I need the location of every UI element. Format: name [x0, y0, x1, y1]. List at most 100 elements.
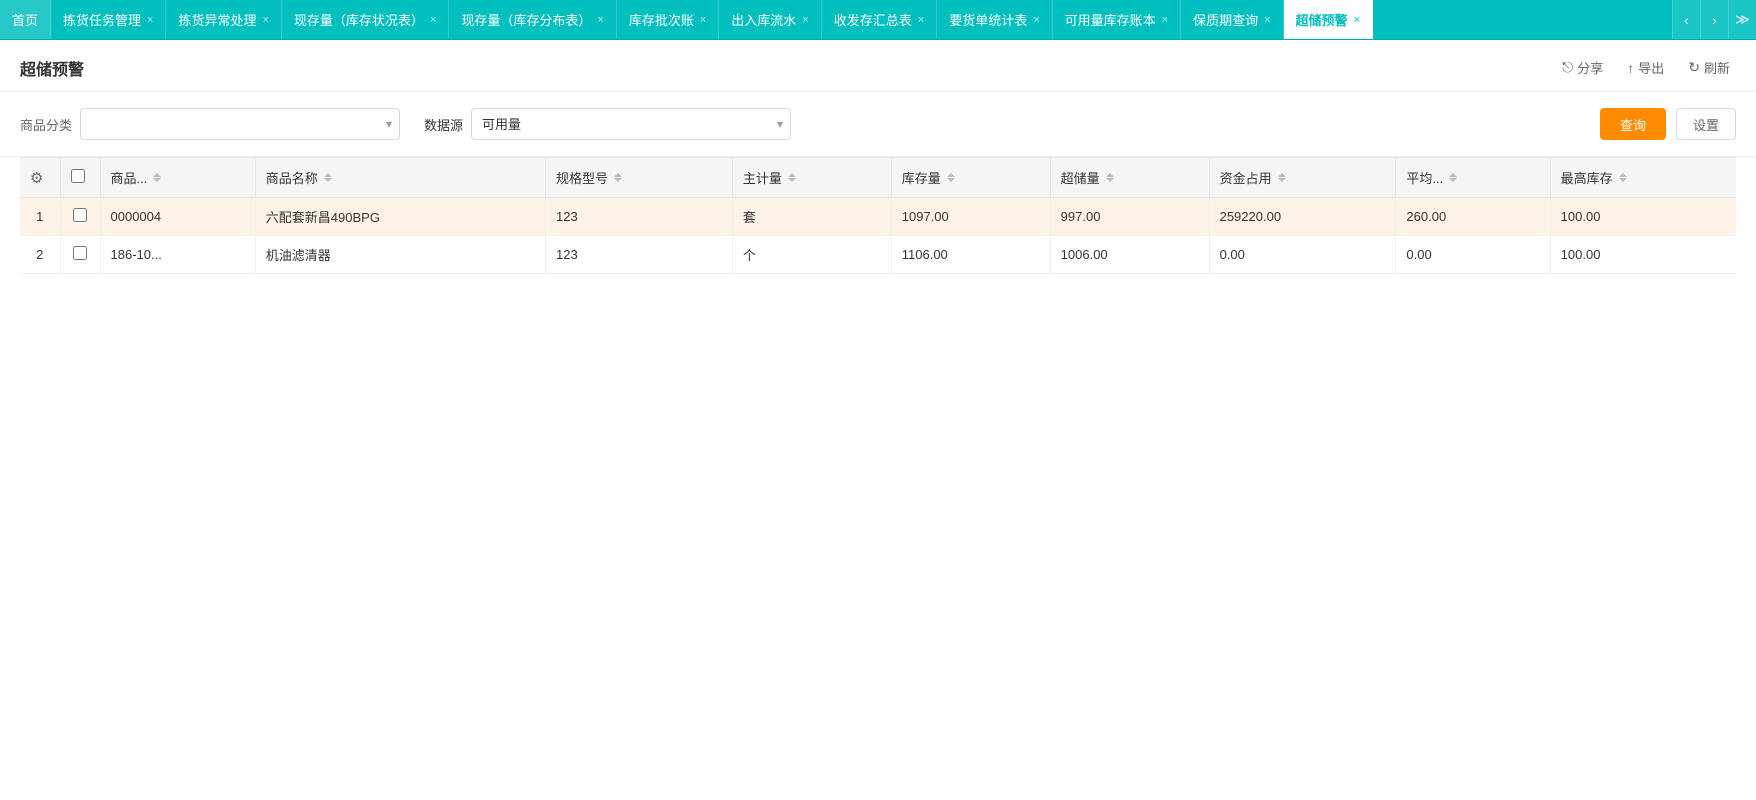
cell-checkbox — [60, 198, 100, 236]
nav-pick-task-label: 拣货任务管理 — [63, 10, 141, 29]
table-header-row: ⚙ 商品... 商品名称 — [20, 158, 1736, 198]
cell-spec: 123 — [546, 236, 733, 274]
nav-overstock-warning-label: 超储预警 — [1296, 10, 1348, 29]
nav-order-stats-label: 要货单统计表 — [949, 10, 1027, 29]
table-row: 2 186-10... 机油滤清器 123 个 1106.00 1006.00 … — [20, 236, 1736, 274]
cell-overstock: 997.00 — [1050, 198, 1209, 236]
th-stock-label: 库存量 — [902, 168, 941, 187]
th-unit[interactable]: 主计量 — [732, 158, 891, 198]
category-select-wrapper: ▾ — [80, 108, 400, 140]
cell-max-stock: 100.00 — [1550, 236, 1736, 274]
nav-receipt-summary[interactable]: 收发存汇总表 × — [822, 0, 937, 39]
nav-stock-status-close[interactable]: × — [430, 14, 436, 26]
cell-capital: 259220.00 — [1209, 198, 1396, 236]
select-all-checkbox[interactable] — [71, 169, 85, 183]
cell-max-stock: 100.00 — [1550, 198, 1736, 236]
top-navigation: 首页 拣货任务管理 × 拣货异常处理 × 现存量（库存状况表） × 现存量（库存… — [0, 0, 1756, 40]
nav-order-stats[interactable]: 要货单统计表 × — [937, 0, 1052, 39]
export-button[interactable]: ↑ 导出 — [1621, 54, 1670, 81]
nav-inout-flow[interactable]: 出入库流水 × — [719, 0, 821, 39]
nav-overstock-warning-close[interactable]: × — [1354, 14, 1360, 26]
nav-overstock-warning[interactable]: 超储预警 × — [1284, 0, 1373, 39]
nav-stock-status[interactable]: 现存量（库存状况表） × — [282, 0, 449, 39]
nav-inout-flow-label: 出入库流水 — [731, 10, 796, 29]
cell-avg: 260.00 — [1396, 198, 1550, 236]
refresh-label: 刷新 — [1704, 58, 1730, 77]
refresh-button[interactable]: ↻ 刷新 — [1682, 54, 1736, 81]
nav-order-stats-close[interactable]: × — [1033, 14, 1039, 26]
cell-checkbox — [60, 236, 100, 274]
nav-batch-account[interactable]: 库存批次账 × — [617, 0, 719, 39]
th-stock[interactable]: 库存量 — [891, 158, 1050, 198]
nav-stock-dist[interactable]: 现存量（库存分布表） × — [449, 0, 616, 39]
settings-button[interactable]: 设置 — [1676, 108, 1736, 140]
share-button[interactable]: ⎋ 分享 — [1556, 54, 1609, 81]
th-max-stock-label: 最高库存 — [1561, 168, 1613, 187]
th-avg[interactable]: 平均... — [1396, 158, 1550, 198]
nav-batch-account-label: 库存批次账 — [629, 10, 694, 29]
datasource-filter-label: 数据源 — [424, 115, 463, 134]
nav-expiry-query-label: 保质期查询 — [1193, 10, 1258, 29]
sort-max-stock-icon — [1619, 173, 1627, 182]
nav-prev-btn[interactable]: ‹ — [1672, 0, 1700, 39]
export-icon: ↑ — [1627, 60, 1634, 76]
nav-receipt-summary-label: 收发存汇总表 — [834, 10, 912, 29]
nav-expiry-query[interactable]: 保质期查询 × — [1181, 0, 1283, 39]
page-title: 超储预警 — [20, 56, 84, 80]
nav-receipt-summary-close[interactable]: × — [918, 14, 924, 26]
nav-pick-exception-label: 拣货异常处理 — [178, 10, 256, 29]
th-checkbox — [60, 158, 100, 198]
th-product-name-label: 商品名称 — [266, 168, 318, 187]
th-max-stock[interactable]: 最高库存 — [1550, 158, 1736, 198]
cell-product-name: 六配套新昌490BPG — [255, 198, 545, 236]
nav-home-label: 首页 — [12, 10, 38, 29]
query-button[interactable]: 查询 — [1600, 108, 1666, 140]
category-filter-label: 商品分类 — [20, 115, 72, 134]
th-product-code-label: 商品... — [111, 168, 148, 187]
sort-avg-icon — [1449, 173, 1457, 182]
th-gear: ⚙ — [20, 158, 60, 198]
th-overstock-label: 超储量 — [1061, 168, 1100, 187]
cell-unit: 套 — [732, 198, 891, 236]
page-header: 超储预警 ⎋ 分享 ↑ 导出 ↻ 刷新 — [0, 40, 1756, 92]
nav-available-account-close[interactable]: × — [1162, 14, 1168, 26]
cell-unit: 个 — [732, 236, 891, 274]
filter-actions: 查询 设置 — [1600, 108, 1736, 140]
sort-capital-icon — [1278, 173, 1286, 182]
nav-available-account[interactable]: 可用量库存账本 × — [1053, 0, 1181, 39]
th-capital[interactable]: 资金占用 — [1209, 158, 1396, 198]
nav-batch-account-close[interactable]: × — [700, 14, 706, 26]
cell-stock: 1097.00 — [891, 198, 1050, 236]
nav-stock-dist-close[interactable]: × — [597, 14, 603, 26]
table-container: ⚙ 商品... 商品名称 — [0, 157, 1756, 274]
category-filter-group: 商品分类 ▾ — [20, 108, 400, 140]
refresh-icon: ↻ — [1688, 59, 1700, 76]
sort-product-code-icon — [153, 173, 161, 182]
nav-expiry-query-close[interactable]: × — [1264, 14, 1270, 26]
share-icon: ⎋ — [1562, 59, 1573, 76]
nav-inout-flow-close[interactable]: × — [802, 14, 808, 26]
sort-product-name-icon — [324, 173, 332, 182]
th-product-code[interactable]: 商品... — [100, 158, 255, 198]
th-overstock[interactable]: 超储量 — [1050, 158, 1209, 198]
gear-icon[interactable]: ⚙ — [30, 170, 43, 187]
nav-pick-task[interactable]: 拣货任务管理 × — [51, 0, 166, 39]
th-avg-label: 平均... — [1406, 168, 1443, 187]
th-spec[interactable]: 规格型号 — [546, 158, 733, 198]
sort-overstock-icon — [1106, 173, 1114, 182]
nav-next-btn[interactable]: › — [1700, 0, 1728, 39]
nav-pick-exception-close[interactable]: × — [262, 14, 268, 26]
nav-pick-task-close[interactable]: × — [147, 14, 153, 26]
row-checkbox-0[interactable] — [73, 208, 87, 222]
category-select[interactable] — [80, 108, 400, 140]
nav-pick-exception[interactable]: 拣货异常处理 × — [166, 0, 281, 39]
nav-home[interactable]: 首页 — [0, 0, 51, 39]
share-label: 分享 — [1577, 58, 1603, 77]
cell-product-code: 0000004 — [100, 198, 255, 236]
cell-product-code: 186-10... — [100, 236, 255, 274]
row-checkbox-1[interactable] — [73, 246, 87, 260]
nav-more-btn[interactable]: ≫ — [1728, 0, 1756, 39]
th-product-name[interactable]: 商品名称 — [255, 158, 545, 198]
datasource-select[interactable]: 可用量 库存量 — [471, 108, 791, 140]
cell-capital: 0.00 — [1209, 236, 1396, 274]
